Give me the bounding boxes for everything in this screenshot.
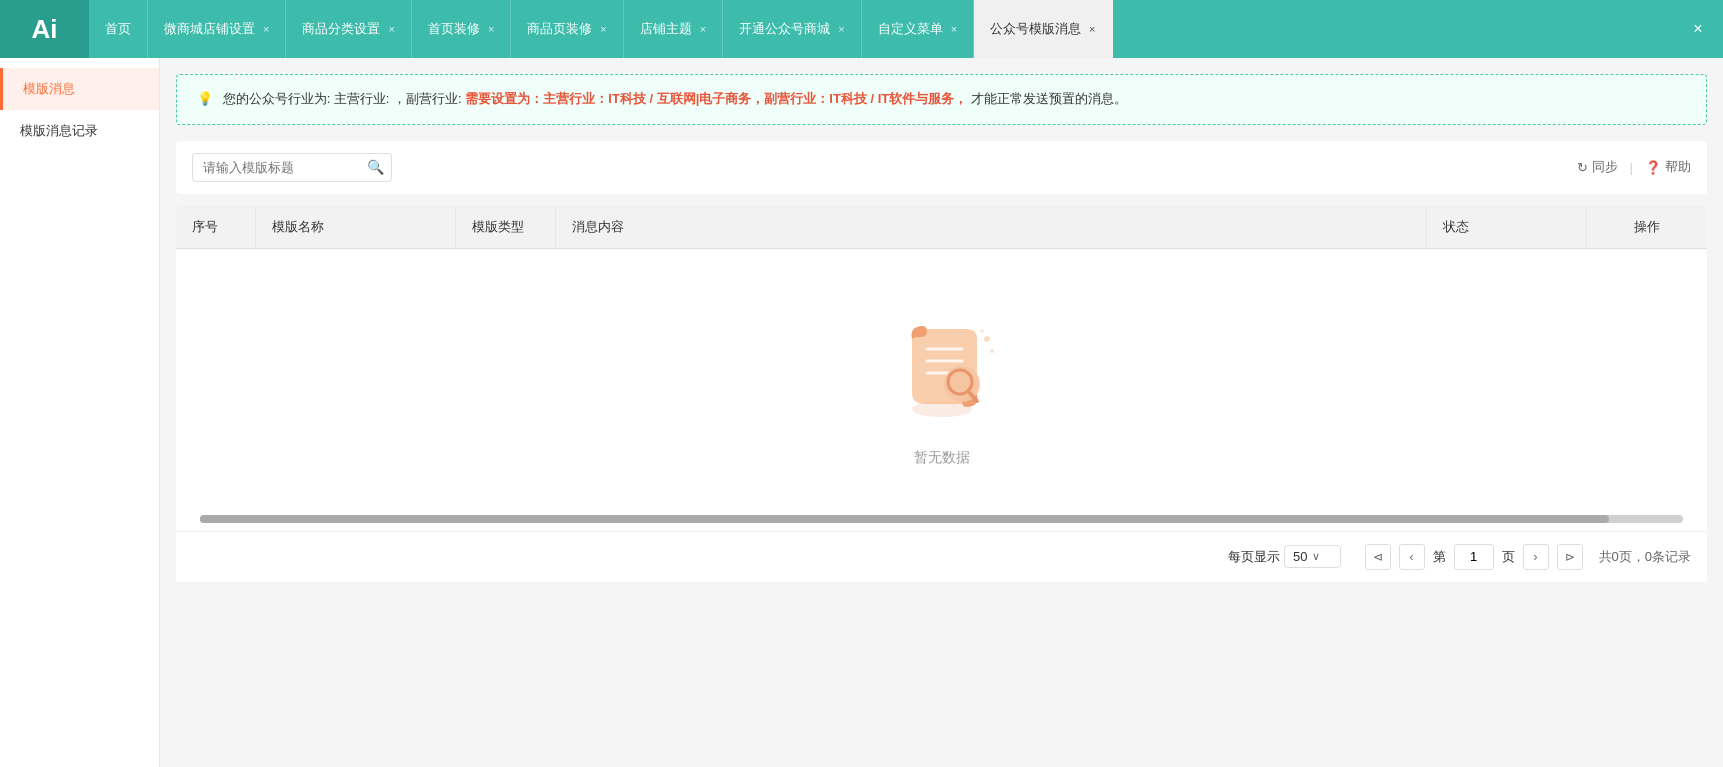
page-unit: 页 (1502, 548, 1515, 566)
help-button[interactable]: ❓ 帮助 (1645, 158, 1691, 176)
notice-prefix: 您的公众号行业为: 主营行业: ，副营行业: (223, 91, 462, 106)
close-all-button[interactable]: × (1673, 0, 1723, 58)
nav-tabs: 首页微商城店铺设置×商品分类设置×首页装修×商品页装修×店铺主题×开通公众号商城… (89, 0, 1673, 58)
nav-tab-templatemsg[interactable]: 公众号模版消息× (974, 0, 1112, 58)
next-page-button[interactable]: › (1523, 544, 1549, 570)
nav-tab-theme[interactable]: 店铺主题× (624, 0, 723, 58)
search-icon[interactable]: 🔍 (367, 159, 384, 175)
tab-close-productpage[interactable]: × (600, 23, 606, 35)
tab-close-mall[interactable]: × (838, 23, 844, 35)
nav-tab-category[interactable]: 商品分类设置× (286, 0, 411, 58)
logo-text: Ai (32, 14, 58, 45)
first-page-button[interactable]: ⊲ (1365, 544, 1391, 570)
total-info: 共0页，0条记录 (1599, 548, 1691, 566)
per-page-label: 每页显示 (1228, 548, 1280, 566)
table-container: 序号 模版名称 模版类型 消息内容 状态 操作 (176, 206, 1707, 582)
empty-text: 暂无数据 (914, 449, 970, 467)
tab-close-weshop[interactable]: × (263, 23, 269, 35)
nav-tab-mall[interactable]: 开通公众号商城× (723, 0, 861, 58)
scroll-area[interactable] (176, 507, 1707, 531)
sync-button[interactable]: ↻ 同步 (1577, 158, 1618, 176)
last-page-button[interactable]: ⊳ (1557, 544, 1583, 570)
empty-state: 暂无数据 (176, 249, 1707, 507)
page-number-input[interactable] (1454, 544, 1494, 570)
notice-box: 💡 您的公众号行业为: 主营行业: ，副营行业: 需要设置为：主营行业：IT科技… (176, 74, 1707, 125)
table-header: 序号 模版名称 模版类型 消息内容 状态 操作 (176, 206, 1707, 249)
tab-close-templatemsg[interactable]: × (1089, 23, 1095, 35)
col-header-content: 消息内容 (556, 206, 1427, 248)
prev-page-button[interactable]: ‹ (1399, 544, 1425, 570)
notice-highlight: 需要设置为：主营行业：IT科技 / 互联网|电子商务，副营行业：IT科技 / I… (465, 91, 967, 106)
page-size-selector: 每页显示 50 ∨ (1228, 545, 1340, 568)
nav-tab-weshop[interactable]: 微商城店铺设置× (148, 0, 286, 58)
tab-close-theme[interactable]: × (700, 23, 706, 35)
nav-tab-homepage[interactable]: 首页装修× (412, 0, 511, 58)
notice-suffix: 才能正常发送预置的消息。 (971, 91, 1127, 106)
tab-close-homepage[interactable]: × (488, 23, 494, 35)
sync-icon: ↻ (1577, 160, 1588, 175)
sync-label: 同步 (1592, 158, 1618, 176)
search-right: ↻ 同步 | ❓ 帮助 (1577, 158, 1691, 176)
sidebar-item-record[interactable]: 模版消息记录 (0, 110, 159, 152)
nav-tab-custommenu[interactable]: 自定义菜单× (862, 0, 974, 58)
scroll-thumb[interactable] (200, 515, 1609, 523)
svg-point-8 (990, 349, 994, 353)
sidebar-item-template[interactable]: 模版消息 (0, 68, 159, 110)
empty-illustration (882, 309, 1002, 429)
scroll-track[interactable] (200, 515, 1683, 523)
divider: | (1630, 160, 1633, 175)
col-header-type: 模版类型 (456, 206, 556, 248)
top-nav: Ai 首页微商城店铺设置×商品分类设置×首页装修×商品页装修×店铺主题×开通公众… (0, 0, 1723, 58)
svg-point-7 (984, 336, 990, 342)
col-header-name: 模版名称 (256, 206, 456, 248)
page-label: 第 (1433, 548, 1446, 566)
notice-icon: 💡 (197, 91, 213, 106)
page-size-value: 50 (1293, 549, 1307, 564)
help-label: 帮助 (1665, 158, 1691, 176)
nav-tab-home[interactable]: 首页 (89, 0, 148, 58)
search-left: 🔍 (192, 153, 392, 182)
content-area: 💡 您的公众号行业为: 主营行业: ，副营行业: 需要设置为：主营行业：IT科技… (160, 58, 1723, 767)
pagination: 每页显示 50 ∨ ⊲ ‹ 第 页 › ⊳ 共0页，0条记录 (176, 531, 1707, 582)
main-layout: 模版消息模版消息记录 💡 您的公众号行业为: 主营行业: ，副营行业: 需要设置… (0, 58, 1723, 767)
sidebar: 模版消息模版消息记录 (0, 58, 160, 767)
svg-point-9 (980, 329, 984, 333)
search-input-wrap: 🔍 (192, 153, 392, 182)
col-header-seq: 序号 (176, 206, 256, 248)
search-bar: 🔍 ↻ 同步 | ❓ 帮助 (176, 141, 1707, 194)
help-icon: ❓ (1645, 160, 1661, 175)
tab-close-category[interactable]: × (388, 23, 394, 35)
page-size-select-box[interactable]: 50 ∨ (1284, 545, 1340, 568)
nav-tab-productpage[interactable]: 商品页装修× (511, 0, 623, 58)
select-arrow-icon: ∨ (1312, 550, 1320, 563)
app-logo: Ai (0, 0, 89, 58)
col-header-status: 状态 (1427, 206, 1587, 248)
tab-close-custommenu[interactable]: × (951, 23, 957, 35)
col-header-action: 操作 (1587, 206, 1707, 248)
search-input[interactable] (192, 153, 392, 182)
